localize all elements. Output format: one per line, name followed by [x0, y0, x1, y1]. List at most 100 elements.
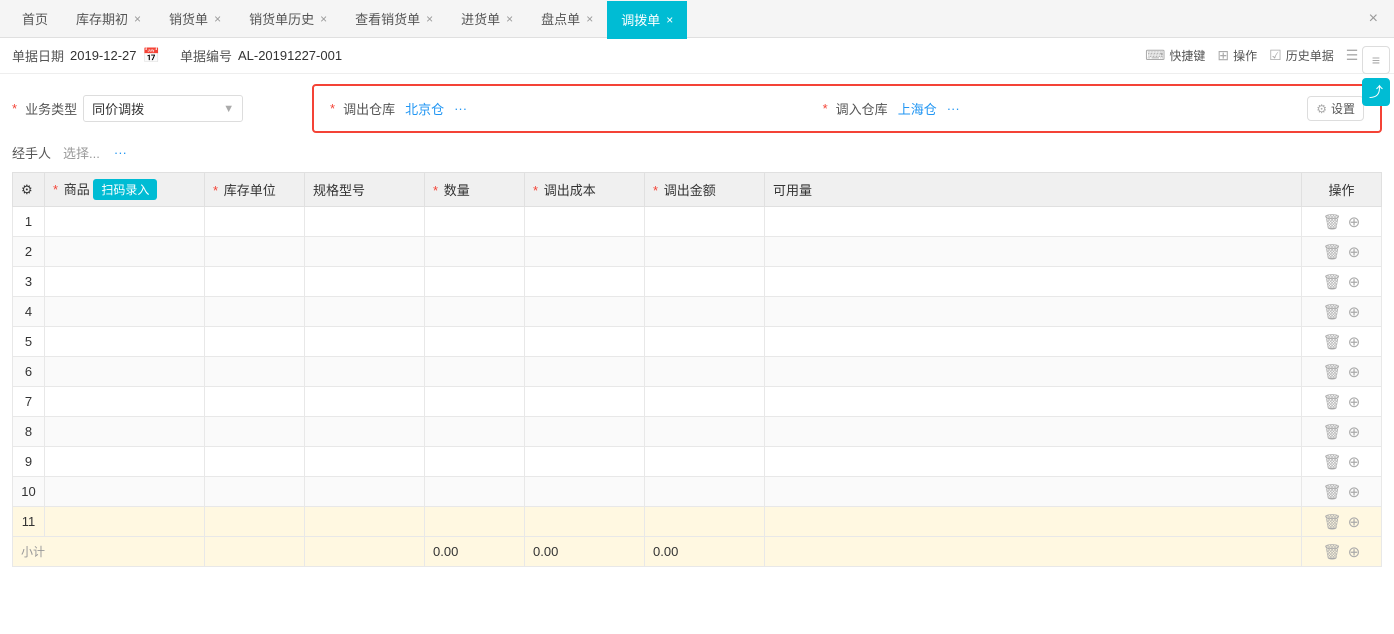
row-unit-4[interactable] [205, 297, 305, 327]
row-cost-9[interactable] [525, 447, 645, 477]
copy-icon-9[interactable]: ⊕ [1348, 453, 1361, 471]
row-product-7[interactable] [45, 387, 205, 417]
row-amount-3[interactable] [645, 267, 765, 297]
row-qty-4[interactable] [425, 297, 525, 327]
row-cost-7[interactable] [525, 387, 645, 417]
row-unit-2[interactable] [205, 237, 305, 267]
tab-purchase-order[interactable]: 进货单 × [447, 0, 527, 38]
row-product-2[interactable] [45, 237, 205, 267]
person-select[interactable]: 选择... [63, 143, 100, 162]
tab-home[interactable]: 首页 [8, 0, 62, 38]
row-spec-8[interactable] [305, 417, 425, 447]
tab-close-inventory-check[interactable]: × [586, 12, 593, 26]
copy-icon-7[interactable]: ⊕ [1348, 393, 1361, 411]
row-cost-8[interactable] [525, 417, 645, 447]
copy-icon-1[interactable]: ⊕ [1348, 213, 1361, 231]
row-product-6[interactable] [45, 357, 205, 387]
from-warehouse-more[interactable]: ··· [454, 101, 467, 116]
row-product-3[interactable] [45, 267, 205, 297]
delete-icon-10[interactable]: 🗑 [1323, 483, 1342, 501]
copy-icon-5[interactable]: ⊕ [1348, 333, 1361, 351]
row-available-9[interactable] [765, 447, 1302, 477]
row-product-9[interactable] [45, 447, 205, 477]
delete-icon-7[interactable]: 🗑 [1323, 393, 1342, 411]
row-spec-1[interactable] [305, 207, 425, 237]
tab-inventory-check[interactable]: 盘点单 × [527, 0, 607, 38]
row-cost-10[interactable] [525, 477, 645, 507]
row-amount-7[interactable] [645, 387, 765, 417]
row-product-11[interactable] [45, 507, 205, 537]
delete-icon-5[interactable]: 🗑 [1323, 333, 1342, 351]
copy-icon-2[interactable]: ⊕ [1348, 243, 1361, 261]
row-unit-10[interactable] [205, 477, 305, 507]
row-available-5[interactable] [765, 327, 1302, 357]
row-unit-9[interactable] [205, 447, 305, 477]
row-cost-2[interactable] [525, 237, 645, 267]
tab-close-view-sales[interactable]: × [426, 12, 433, 26]
row-amount-5[interactable] [645, 327, 765, 357]
row-available-1[interactable] [765, 207, 1302, 237]
row-cost-1[interactable] [525, 207, 645, 237]
row-qty-11[interactable] [425, 507, 525, 537]
row-available-4[interactable] [765, 297, 1302, 327]
row-qty-3[interactable] [425, 267, 525, 297]
row-spec-9[interactable] [305, 447, 425, 477]
copy-icon-11[interactable]: ⊕ [1348, 513, 1361, 531]
row-product-4[interactable] [45, 297, 205, 327]
copy-icon-3[interactable]: ⊕ [1348, 273, 1361, 291]
person-more[interactable]: ··· [114, 145, 127, 160]
row-cost-4[interactable] [525, 297, 645, 327]
calendar-icon[interactable]: 📅 [143, 47, 160, 64]
row-qty-1[interactable] [425, 207, 525, 237]
row-spec-11[interactable] [305, 507, 425, 537]
row-amount-10[interactable] [645, 477, 765, 507]
row-unit-11[interactable] [205, 507, 305, 537]
row-unit-5[interactable] [205, 327, 305, 357]
sidebar-list-btn[interactable]: ≡ [1362, 46, 1390, 74]
row-product-8[interactable] [45, 417, 205, 447]
tab-inventory-init[interactable]: 库存期初 × [62, 0, 155, 38]
settings-button[interactable]: ⚙ 设置 [1307, 96, 1364, 121]
delete-icon-2[interactable]: 🗑 [1323, 243, 1342, 261]
row-amount-8[interactable] [645, 417, 765, 447]
delete-icon-1[interactable]: 🗑 [1323, 213, 1342, 231]
tab-close-purchase-order[interactable]: × [506, 12, 513, 26]
row-cost-11[interactable] [525, 507, 645, 537]
row-product-1[interactable] [45, 207, 205, 237]
row-qty-7[interactable] [425, 387, 525, 417]
row-available-8[interactable] [765, 417, 1302, 447]
biz-type-select[interactable]: 同价调拨 ▼ [83, 95, 243, 122]
row-available-11[interactable] [765, 507, 1302, 537]
close-all-tabs[interactable]: × [1361, 10, 1386, 28]
row-qty-9[interactable] [425, 447, 525, 477]
tab-sales-order[interactable]: 销货单 × [155, 0, 235, 38]
row-amount-2[interactable] [645, 237, 765, 267]
row-spec-2[interactable] [305, 237, 425, 267]
row-cost-5[interactable] [525, 327, 645, 357]
row-amount-11[interactable] [645, 507, 765, 537]
row-amount-9[interactable] [645, 447, 765, 477]
tab-close-sales-order[interactable]: × [214, 12, 221, 26]
delete-icon-9[interactable]: 🗑 [1323, 453, 1342, 471]
row-spec-7[interactable] [305, 387, 425, 417]
delete-icon-8[interactable]: 🗑 [1323, 423, 1342, 441]
copy-icon-8[interactable]: ⊕ [1348, 423, 1361, 441]
copy-icon-10[interactable]: ⊕ [1348, 483, 1361, 501]
subtotal-delete-icon[interactable]: 🗑 [1323, 543, 1342, 561]
delete-icon-11[interactable]: 🗑 [1323, 513, 1342, 531]
row-available-7[interactable] [765, 387, 1302, 417]
delete-icon-6[interactable]: 🗑 [1323, 363, 1342, 381]
row-qty-10[interactable] [425, 477, 525, 507]
row-cost-3[interactable] [525, 267, 645, 297]
row-unit-7[interactable] [205, 387, 305, 417]
row-qty-8[interactable] [425, 417, 525, 447]
row-qty-5[interactable] [425, 327, 525, 357]
row-unit-8[interactable] [205, 417, 305, 447]
row-amount-6[interactable] [645, 357, 765, 387]
shortcut-btn[interactable]: ⌨ 快捷键 [1145, 47, 1205, 64]
tab-transfer-order[interactable]: 调拨单 × [607, 1, 687, 39]
operation-btn[interactable]: ⊞ 操作 [1217, 47, 1257, 64]
row-spec-10[interactable] [305, 477, 425, 507]
tab-close-inventory-init[interactable]: × [134, 12, 141, 26]
tab-view-sales[interactable]: 查看销货单 × [341, 0, 447, 38]
